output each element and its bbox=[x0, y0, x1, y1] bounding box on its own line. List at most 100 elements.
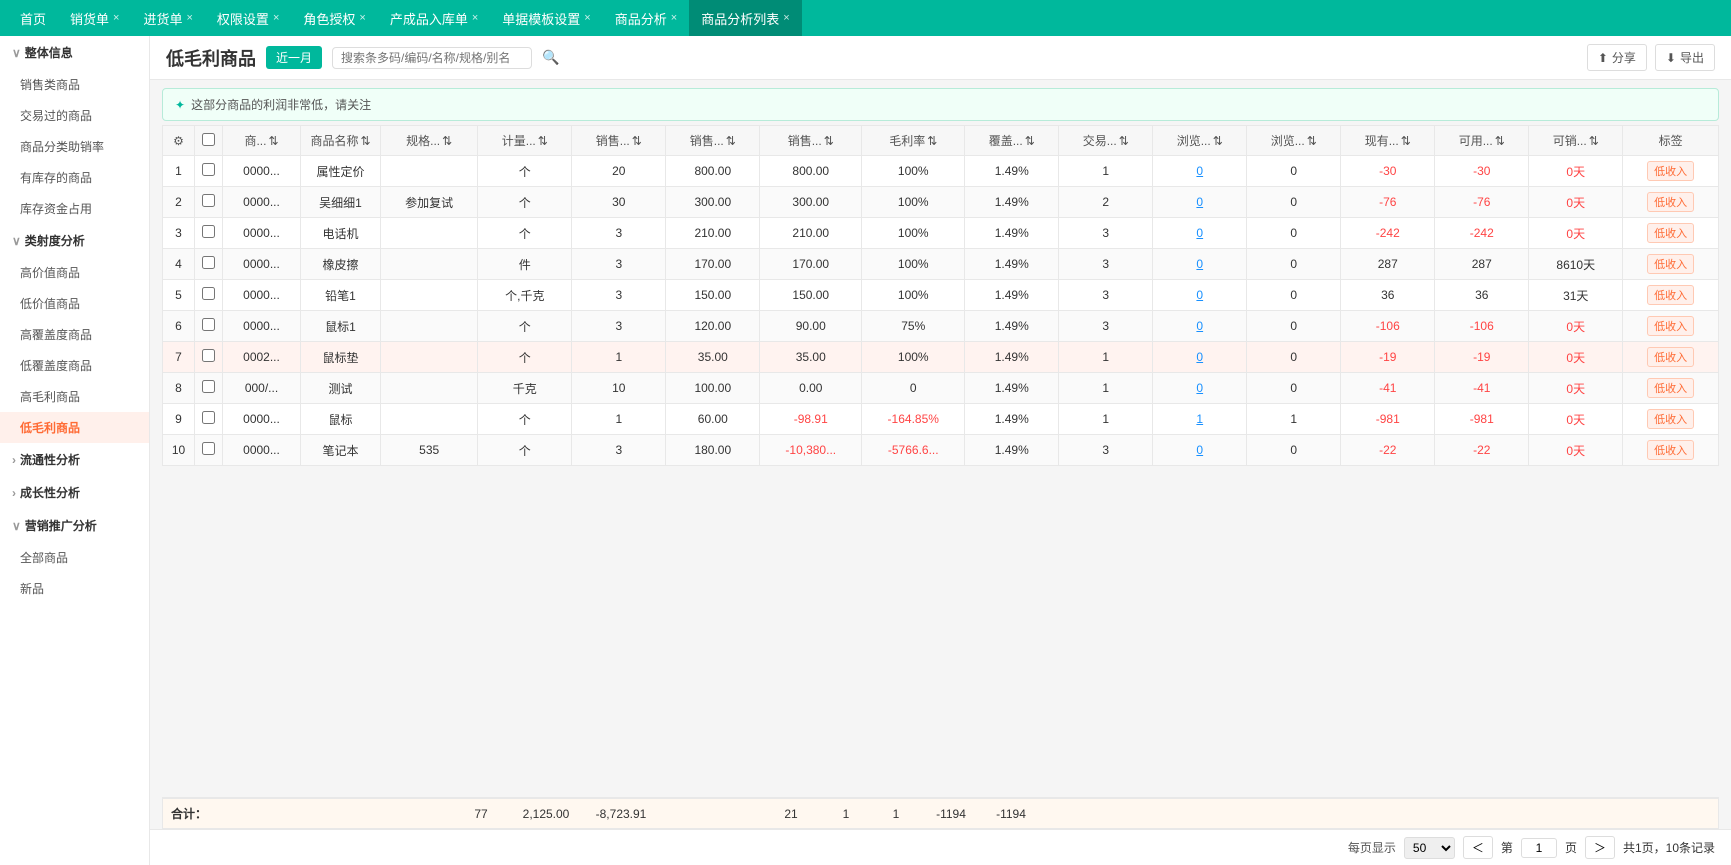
row-checkbox[interactable] bbox=[202, 194, 215, 207]
page-number-input[interactable] bbox=[1521, 838, 1557, 858]
date-filter-button[interactable]: 近一月 bbox=[266, 46, 322, 69]
nav-item-goods-analysis-list[interactable]: 商品分析列表 × bbox=[689, 0, 801, 36]
row-checkbox[interactable] bbox=[202, 163, 215, 176]
sidebar-group-overall[interactable]: ∨ 整体信息 bbox=[0, 36, 149, 69]
nav-close-goods-analysis[interactable]: × bbox=[671, 12, 677, 24]
row-checkbox[interactable] bbox=[202, 287, 215, 300]
row-code: 000/... bbox=[223, 373, 301, 404]
page-title: 低毛利商品 bbox=[166, 45, 256, 71]
row-gross-margin: -164.85% bbox=[862, 404, 965, 435]
row-checkbox-cell bbox=[195, 156, 223, 187]
row-views1-link[interactable]: 0 bbox=[1196, 288, 1203, 302]
nav-close-purchase[interactable]: × bbox=[186, 12, 192, 24]
row-checkbox[interactable] bbox=[202, 442, 215, 455]
row-checkbox-cell bbox=[195, 280, 223, 311]
sidebar-group-growth-analysis[interactable]: › 成长性分析 bbox=[0, 476, 149, 509]
sidebar-item-new-goods[interactable]: 新品 bbox=[0, 573, 149, 604]
row-views1-link[interactable]: 0 bbox=[1196, 443, 1203, 457]
nav-item-home[interactable]: 首页 bbox=[8, 0, 58, 36]
row-checkbox[interactable] bbox=[202, 256, 215, 269]
nav-item-purchase[interactable]: 进货单 × bbox=[131, 0, 204, 36]
prev-page-button[interactable]: ＜ bbox=[1463, 836, 1493, 859]
sidebar-item-low-value[interactable]: 低价值商品 bbox=[0, 288, 149, 319]
row-checkbox[interactable] bbox=[202, 318, 215, 331]
row-checkbox[interactable] bbox=[202, 411, 215, 424]
nav-item-template[interactable]: 单据模板设置 × bbox=[490, 0, 602, 36]
sidebar-item-high-margin[interactable]: 高毛利商品 bbox=[0, 381, 149, 412]
sidebar-item-traded-goods[interactable]: 交易过的商品 bbox=[0, 100, 149, 131]
row-no: 6 bbox=[163, 311, 195, 342]
col-views2: 浏览...⇅ bbox=[1247, 126, 1341, 156]
row-spec bbox=[381, 342, 478, 373]
row-checkbox[interactable] bbox=[202, 349, 215, 362]
row-available: -22 bbox=[1435, 435, 1529, 466]
row-coverage: 1.49% bbox=[965, 311, 1059, 342]
row-code: 0000... bbox=[223, 404, 301, 435]
row-views1-link[interactable]: 0 bbox=[1196, 195, 1203, 209]
nav-item-permission[interactable]: 权限设置 × bbox=[205, 0, 291, 36]
sidebar-item-low-coverage[interactable]: 低覆盖度商品 bbox=[0, 350, 149, 381]
row-available: 36 bbox=[1435, 280, 1529, 311]
nav-item-role[interactable]: 角色授权 × bbox=[291, 0, 377, 36]
row-checkbox[interactable] bbox=[202, 225, 215, 238]
sidebar-item-sales-goods[interactable]: 销售类商品 bbox=[0, 69, 149, 100]
settings-icon[interactable]: ⚙ bbox=[173, 134, 184, 148]
sidebar-group-class-analysis[interactable]: ∨ 类射度分析 bbox=[0, 224, 149, 257]
row-views1-link[interactable]: 0 bbox=[1196, 226, 1203, 240]
col-checkbox[interactable] bbox=[195, 126, 223, 156]
row-sales-price: 210.00 bbox=[666, 218, 760, 249]
row-views1-link[interactable]: 0 bbox=[1196, 319, 1203, 333]
sidebar-group-flow-analysis[interactable]: › 流通性分析 bbox=[0, 443, 149, 476]
footer-sales-price: 2,125.00 bbox=[511, 807, 581, 821]
nav-close-role[interactable]: × bbox=[359, 12, 365, 24]
search-button[interactable]: 🔍 bbox=[542, 49, 559, 66]
footer-cells: 77 2,125.00 -8,723.91 21 1 1 -1194 -1194 bbox=[231, 807, 1710, 821]
select-all-checkbox[interactable] bbox=[202, 133, 215, 146]
sidebar-item-all-goods[interactable]: 全部商品 bbox=[0, 542, 149, 573]
nav-close-permission[interactable]: × bbox=[273, 12, 279, 24]
row-no: 5 bbox=[163, 280, 195, 311]
table-row: 70002...鼠标垫个135.0035.00100%1.49%100-19-1… bbox=[163, 342, 1719, 373]
row-name: 橡皮擦 bbox=[301, 249, 381, 280]
row-coverage: 1.49% bbox=[965, 373, 1059, 404]
share-button[interactable]: ⬆ 分享 bbox=[1587, 44, 1647, 71]
nav-item-sales[interactable]: 销货单 × bbox=[58, 0, 131, 36]
row-views1-link[interactable]: 1 bbox=[1196, 412, 1203, 426]
row-views1-link[interactable]: 0 bbox=[1196, 350, 1203, 364]
row-sales-profit: 0.00 bbox=[760, 373, 862, 404]
row-unit: 个 bbox=[478, 187, 572, 218]
next-page-button[interactable]: ＞ bbox=[1585, 836, 1615, 859]
sidebar-group-marketing-analysis[interactable]: ∨ 营销推广分析 bbox=[0, 509, 149, 542]
search-input[interactable] bbox=[332, 47, 532, 69]
row-transactions: 3 bbox=[1059, 280, 1153, 311]
nav-close-sales[interactable]: × bbox=[113, 12, 119, 24]
export-button[interactable]: ⬇ 导出 bbox=[1655, 44, 1715, 71]
row-views1-link[interactable]: 0 bbox=[1196, 381, 1203, 395]
row-checkbox[interactable] bbox=[202, 380, 215, 393]
col-coverage: 覆盖...⇅ bbox=[965, 126, 1059, 156]
footer-current-stock: -1194 bbox=[921, 807, 981, 821]
sidebar-item-category-rate[interactable]: 商品分类助销率 bbox=[0, 131, 149, 162]
row-coverage: 1.49% bbox=[965, 218, 1059, 249]
row-available: -76 bbox=[1435, 187, 1529, 218]
col-settings[interactable]: ⚙ bbox=[163, 126, 195, 156]
nav-close-product-entry[interactable]: × bbox=[472, 12, 478, 24]
row-code: 0000... bbox=[223, 435, 301, 466]
nav-close-template[interactable]: × bbox=[584, 12, 590, 24]
row-no: 9 bbox=[163, 404, 195, 435]
row-tag: 低收入 bbox=[1623, 435, 1719, 466]
row-sales-price: 60.00 bbox=[666, 404, 760, 435]
nav-item-product-entry[interactable]: 产成品入库单 × bbox=[378, 0, 490, 36]
sidebar-item-stock-capital[interactable]: 库存资金占用 bbox=[0, 193, 149, 224]
row-views1-link[interactable]: 0 bbox=[1196, 164, 1203, 178]
sidebar-item-high-value[interactable]: 高价值商品 bbox=[0, 257, 149, 288]
page-size-select[interactable]: 50 10 20 100 bbox=[1404, 837, 1455, 859]
sidebar-item-high-coverage[interactable]: 高覆盖度商品 bbox=[0, 319, 149, 350]
nav-item-goods-analysis[interactable]: 商品分析 × bbox=[603, 0, 689, 36]
row-views1: 0 bbox=[1153, 187, 1247, 218]
row-views1-link[interactable]: 0 bbox=[1196, 257, 1203, 271]
nav-close-goods-list[interactable]: × bbox=[783, 12, 789, 24]
sidebar-group-class-arrow: ∨ bbox=[12, 234, 21, 248]
sidebar-item-in-stock[interactable]: 有库存的商品 bbox=[0, 162, 149, 193]
sidebar-item-low-margin[interactable]: 低毛利商品 bbox=[0, 412, 149, 443]
